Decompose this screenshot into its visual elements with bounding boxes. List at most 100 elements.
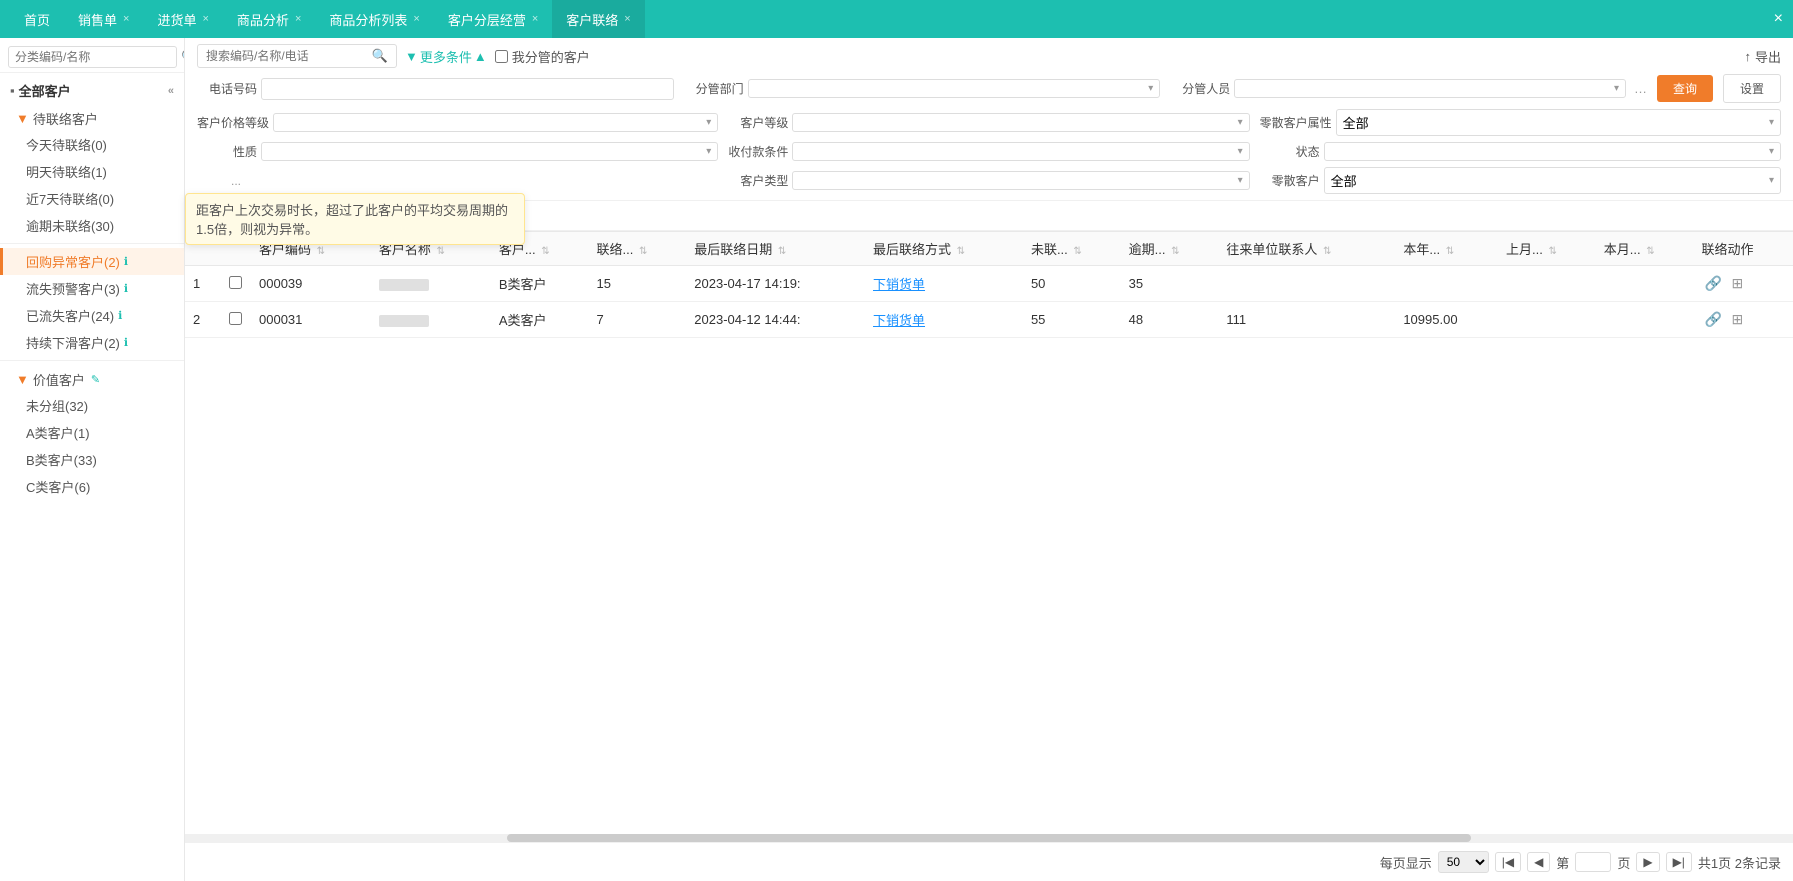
close-customer-tier-icon[interactable]: × xyxy=(532,13,538,25)
sidebar-item-c-class[interactable]: C类客户(6) xyxy=(0,473,184,500)
main-search-input[interactable] xyxy=(206,49,372,63)
retail-customer-select[interactable]: 全部 ▾ xyxy=(1324,167,1781,194)
gender-select[interactable]: ▾ xyxy=(261,142,718,161)
next-page-button[interactable]: ▶ xyxy=(1636,852,1659,872)
filter-dept-field: 分管部门 ▾ xyxy=(684,79,1161,98)
close-product-analysis-list-icon[interactable]: × xyxy=(413,13,419,25)
more-conditions-button[interactable]: ▼ 更多条件 ▲ xyxy=(405,47,487,66)
sidebar-collapse-button[interactable]: « xyxy=(168,85,174,97)
close-customer-contact-icon[interactable]: × xyxy=(624,13,630,25)
row-2-link-icon[interactable]: 🔗 xyxy=(1704,311,1721,327)
th-this-month[interactable]: 本月... ⇅ xyxy=(1596,232,1694,266)
page-number-input[interactable]: 1 xyxy=(1575,852,1611,872)
phone-input[interactable] xyxy=(261,78,674,100)
status-select[interactable]: ▾ xyxy=(1324,142,1781,161)
th-contact-count[interactable]: 联络... ⇅ xyxy=(589,232,687,266)
prev-page-button[interactable]: ◀ xyxy=(1527,852,1550,872)
nav-item-customer-contact[interactable]: 客户联络 × xyxy=(552,0,644,38)
method-link-1[interactable]: 下销货单 xyxy=(873,277,925,292)
export-icon: ↑ xyxy=(1744,49,1751,64)
row-1-link-icon[interactable]: 🔗 xyxy=(1704,275,1721,291)
edit-icon-value[interactable]: ✎ xyxy=(91,373,100,386)
page-size-select[interactable]: 50 20 100 xyxy=(1438,851,1489,873)
customer-level-select[interactable]: ▾ xyxy=(792,113,1249,132)
dept-select[interactable]: ▾ xyxy=(748,79,1161,98)
nav-item-customer-tier[interactable]: 客户分层经营 × xyxy=(434,0,552,38)
all-customers-header[interactable]: ▪ 全部客户 « xyxy=(0,73,184,104)
retail-attr-select[interactable]: 全部 ▾ xyxy=(1336,109,1781,136)
method-link-2[interactable]: 下销货单 xyxy=(873,313,925,328)
customer-type-select[interactable]: ▾ xyxy=(792,171,1249,190)
row-this-month-2 xyxy=(1596,302,1694,338)
th-last-contact-date[interactable]: 最后联络日期 ⇅ xyxy=(686,232,865,266)
row-2-checkbox[interactable] xyxy=(229,312,242,325)
row-overdue-1: 35 xyxy=(1121,266,1219,302)
row-name-1 xyxy=(371,266,491,302)
nav-item-sales[interactable]: 销售单 × xyxy=(64,0,143,38)
th-overdue[interactable]: 逾期... ⇅ xyxy=(1121,232,1219,266)
filter-more-field: ... xyxy=(197,174,718,188)
row-1-checkbox[interactable] xyxy=(229,276,242,289)
price-level-select[interactable]: ▾ xyxy=(273,113,718,132)
scrollbar-thumb[interactable] xyxy=(507,834,1472,842)
export-button[interactable]: ↑ 导出 xyxy=(1744,47,1781,66)
main-search-icon[interactable]: 🔍 xyxy=(372,48,388,64)
row-last-method-2[interactable]: 下销货单 xyxy=(865,302,1023,338)
sidebar-item-declining[interactable]: 持续下滑客户(2) ℹ xyxy=(0,329,184,356)
first-page-button[interactable]: |◀ xyxy=(1495,852,1521,872)
nav-item-product-analysis[interactable]: 商品分析 × xyxy=(223,0,315,38)
sidebar-item-churned[interactable]: 已流失客户(24) ℹ xyxy=(0,302,184,329)
table-scroll-area[interactable]: 客户编码 ⇅ 客户名称 ⇅ 客户... ⇅ 联络... xyxy=(185,231,1793,834)
sidebar-item-churn-warning[interactable]: 流失预警客户(3) ℹ xyxy=(0,275,184,302)
last-page-button[interactable]: ▶| xyxy=(1666,852,1692,872)
sidebar-item-7day-contact[interactable]: 近7天待联络(0) xyxy=(0,185,184,212)
retail-customer-chevron-down-icon: ▾ xyxy=(1769,175,1774,186)
filter-status-field: 状态 ▾ xyxy=(1260,142,1781,161)
row-last-method-1[interactable]: 下销货单 xyxy=(865,266,1023,302)
row-last-month-2 xyxy=(1498,302,1596,338)
th-uncontacted[interactable]: 未联... ⇅ xyxy=(1023,232,1121,266)
th-year-amount[interactable]: 本年... ⇅ xyxy=(1395,232,1498,266)
th-last-contact-method[interactable]: 最后联络方式 ⇅ xyxy=(865,232,1023,266)
my-customers-checkbox[interactable] xyxy=(495,50,508,63)
sidebar-item-a-class[interactable]: A类客户(1) xyxy=(0,419,184,446)
settings-button[interactable]: 设置 xyxy=(1723,74,1781,103)
gender-chevron-down-icon: ▾ xyxy=(706,146,711,157)
more-dots[interactable]: ... xyxy=(231,174,241,188)
nav-item-home[interactable]: 首页 xyxy=(10,0,64,38)
sidebar-search-input[interactable] xyxy=(8,46,177,68)
th-last-month[interactable]: 上月... ⇅ xyxy=(1498,232,1596,266)
sidebar-search-area: 🔍 xyxy=(0,38,184,73)
sidebar-item-tomorrow-contact[interactable]: 明天待联络(1) xyxy=(0,158,184,185)
sidebar-group-value-customer[interactable]: ▼ 价值客户 ✎ xyxy=(0,365,184,392)
info-icon-repurchase: ℹ xyxy=(124,255,128,268)
row-1-grid-icon[interactable]: ⊞ xyxy=(1732,275,1744,291)
nav-item-purchase[interactable]: 进货单 × xyxy=(143,0,222,38)
row-actions-2: 🔗 ⊞ xyxy=(1693,302,1793,338)
close-all-tabs-button[interactable]: × xyxy=(1774,10,1783,28)
chevron-up-icon: ▲ xyxy=(474,49,487,64)
close-sales-icon[interactable]: × xyxy=(123,13,129,25)
person-more-icon[interactable]: … xyxy=(1634,81,1647,96)
sidebar-divider-1 xyxy=(0,243,184,244)
sidebar-item-today-contact[interactable]: 今天待联络(0) xyxy=(0,131,184,158)
sort-contacts-icon: ⇅ xyxy=(1323,246,1331,257)
info-icon-declining: ℹ xyxy=(124,336,128,349)
query-button[interactable]: 查询 xyxy=(1657,75,1713,102)
search-input-wrap: 🔍 xyxy=(197,44,397,68)
row-this-month-1 xyxy=(1596,266,1694,302)
sidebar-group-pending-contact[interactable]: ▼ 待联络客户 xyxy=(0,104,184,131)
sidebar-item-ungrouped[interactable]: 未分组(32) xyxy=(0,392,184,419)
sidebar-item-repurchase-abnormal[interactable]: 回购异常客户(2) ℹ xyxy=(0,248,184,275)
payment-select[interactable]: ▾ xyxy=(792,142,1249,161)
row-2-grid-icon[interactable]: ⊞ xyxy=(1732,311,1744,327)
nav-item-product-analysis-list[interactable]: 商品分析列表 × xyxy=(315,0,433,38)
close-purchase-icon[interactable]: × xyxy=(202,13,208,25)
close-product-analysis-icon[interactable]: × xyxy=(295,13,301,25)
filter-row-1: 🔍 ▼ 更多条件 ▲ 我分管的客户 ↑ 导出 xyxy=(197,44,1781,68)
sidebar-item-b-class[interactable]: B类客户(33) xyxy=(0,446,184,473)
person-select[interactable]: ▾ xyxy=(1234,79,1626,98)
sidebar-item-overdue-contact[interactable]: 逾期未联络(30) xyxy=(0,212,184,239)
horizontal-scrollbar[interactable] xyxy=(185,834,1793,842)
th-contacts[interactable]: 往来单位联系人 ⇅ xyxy=(1218,232,1395,266)
